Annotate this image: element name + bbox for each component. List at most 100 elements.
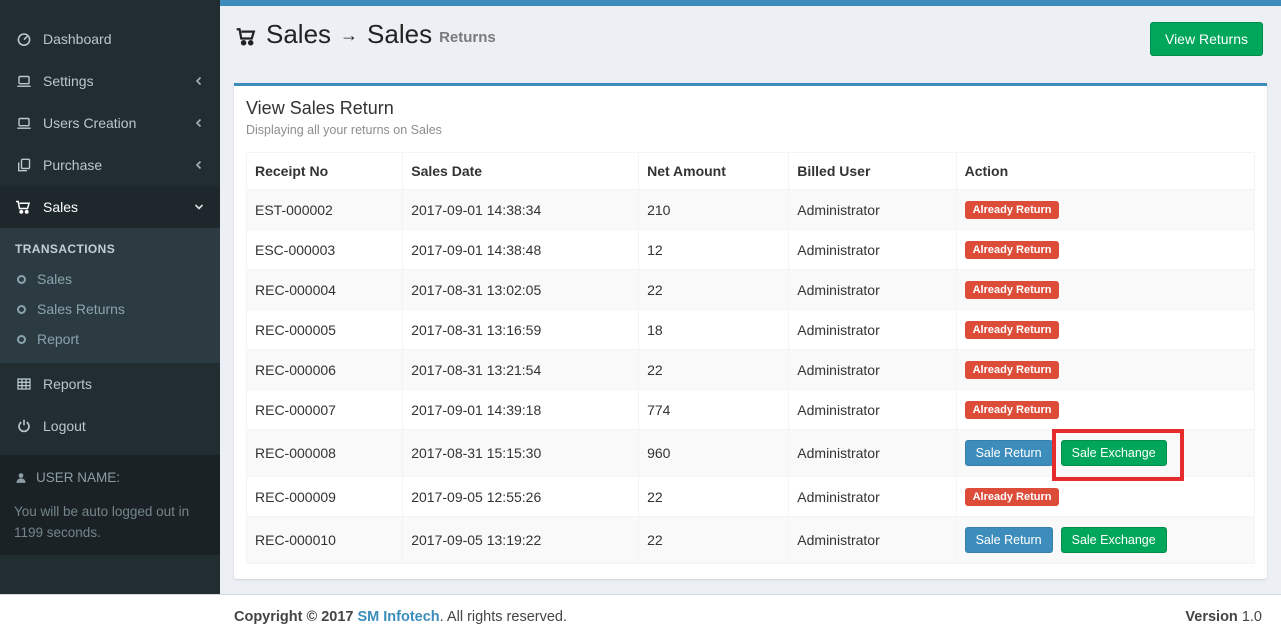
cell-net-amount: 960 xyxy=(638,429,790,477)
page-title: Sales → Sales Returns xyxy=(235,19,496,50)
cell-action: Sale Return Sale Exchange xyxy=(955,429,1256,481)
company-link[interactable]: SM Infotech xyxy=(358,609,440,625)
table-row: EST-000002 2017-09-01 14:38:34 210 Administ… xyxy=(245,189,1256,230)
cell-sales-date: 2017-09-01 14:38:48 xyxy=(402,229,640,270)
copy-icon xyxy=(15,157,32,173)
cart-icon xyxy=(235,26,258,47)
sales-return-panel: View Sales Return Displaying all your re… xyxy=(234,83,1267,579)
cell-action: Already Return xyxy=(955,309,1256,350)
cell-receipt-no: REC-000010 xyxy=(245,516,404,564)
sidebar-item-dashboard[interactable]: Dashboard xyxy=(0,18,220,60)
sidebar-item-label: Reports xyxy=(43,376,93,392)
table-header-row: Receipt No Sales Date Net Amount Billed Use… xyxy=(245,152,1256,190)
circle-icon xyxy=(17,334,26,344)
cell-action: Already Return xyxy=(955,349,1256,390)
cell-action: Already Return xyxy=(955,189,1256,230)
circle-icon xyxy=(17,304,26,314)
cell-sales-date: 2017-09-05 13:19:22 xyxy=(402,516,640,564)
sale-exchange-button[interactable]: Sale Exchange xyxy=(1060,440,1167,466)
sidebar-subitem-sales[interactable]: Sales xyxy=(0,264,220,294)
column-header-net-amount: Net Amount xyxy=(638,152,790,190)
user-name-label: USER NAME: xyxy=(36,470,121,485)
sale-return-button[interactable]: Sale Return xyxy=(964,527,1053,553)
cell-billed-user: Administrator xyxy=(788,309,957,350)
cell-sales-date: 2017-09-01 14:38:34 xyxy=(402,189,640,230)
cell-net-amount: 22 xyxy=(638,269,790,310)
chevron-left-icon xyxy=(193,75,205,87)
cell-action: Already Return xyxy=(955,269,1256,310)
table-row: REC-000006 2017-08-31 13:21:54 22 Administr… xyxy=(245,349,1256,390)
cell-sales-date: 2017-09-05 12:55:26 xyxy=(402,476,640,517)
cell-action: Already Return xyxy=(955,389,1256,430)
auto-logout-note-line2: 1199 seconds. xyxy=(14,524,101,540)
chevron-left-icon xyxy=(193,159,205,171)
copyright-prefix: Copyright © 2017 xyxy=(234,609,354,625)
cell-billed-user: Administrator xyxy=(788,429,957,477)
already-return-badge: Already Return xyxy=(964,281,1060,299)
cell-receipt-no: REC-000004 xyxy=(245,269,404,310)
chevron-left-icon xyxy=(193,117,205,129)
cell-sales-date: 2017-08-31 13:16:59 xyxy=(402,309,640,350)
sidebar-item-reports[interactable]: Reports xyxy=(0,363,220,405)
table-row: REC-000009 2017-09-05 12:55:26 22 Administr… xyxy=(245,476,1256,517)
cell-billed-user: Administrator xyxy=(788,269,957,310)
version-label: Version xyxy=(1185,609,1238,625)
already-return-badge: Already Return xyxy=(964,361,1060,379)
table-row: REC-000010 2017-09-05 13:19:22 22 Administr… xyxy=(245,516,1256,564)
panel-subtitle: Displaying all your returns on Sales xyxy=(246,123,442,137)
breadcrumb-arrow-icon: → xyxy=(340,25,359,45)
cell-billed-user: Administrator xyxy=(788,516,957,564)
sidebar-item-settings[interactable]: Settings xyxy=(0,60,220,102)
sale-exchange-button[interactable]: Sale Exchange xyxy=(1060,527,1167,553)
column-header-action: Action xyxy=(955,152,1256,190)
view-returns-button[interactable]: View Returns xyxy=(1149,22,1263,56)
sidebar-item-sales[interactable]: Sales xyxy=(0,186,220,228)
column-header-billed-user: Billed User xyxy=(788,152,957,190)
sidebar-subitem-label: Sales Returns xyxy=(37,301,125,317)
sidebar-item-label: Dashboard xyxy=(43,31,112,47)
sidebar-item-logout[interactable]: Logout xyxy=(0,405,220,447)
already-return-badge: Already Return xyxy=(964,201,1060,219)
sidebar-item-label: Sales xyxy=(43,199,79,215)
cell-sales-date: 2017-08-31 15:15:30 xyxy=(402,429,640,477)
circle-icon xyxy=(17,274,26,284)
cell-action: Already Return xyxy=(955,229,1256,270)
already-return-badge: Already Return xyxy=(964,241,1060,259)
cell-receipt-no: ESC-000003 xyxy=(245,229,404,270)
table-icon xyxy=(15,376,32,392)
table-row: REC-000005 2017-08-31 13:16:59 18 Administr… xyxy=(245,309,1256,350)
app-root: Dashboard Settings Users Creation Purcha… xyxy=(0,0,1281,639)
breadcrumb-secondary: Sales xyxy=(367,19,433,49)
column-header-sales-date: Sales Date xyxy=(402,152,640,190)
breadcrumb-tertiary: Returns xyxy=(439,29,496,46)
table-row: REC-000008 2017-08-31 15:15:30 960 Administ… xyxy=(245,429,1256,481)
cell-receipt-no: REC-000005 xyxy=(245,309,404,350)
sale-return-button[interactable]: Sale Return xyxy=(964,440,1053,466)
dashboard-icon xyxy=(15,31,32,47)
sidebar-item-users-creation[interactable]: Users Creation xyxy=(0,102,220,144)
sidebar-subitem-label: Report xyxy=(37,331,80,347)
sidebar-subitem-report[interactable]: Report xyxy=(0,324,220,354)
sales-submenu: TRANSACTIONS Sales Sales Returns Report xyxy=(0,228,220,363)
already-return-badge: Already Return xyxy=(964,401,1060,419)
laptop-icon xyxy=(15,115,32,131)
cell-net-amount: 18 xyxy=(638,309,790,350)
cell-receipt-no: EST-000002 xyxy=(245,189,404,230)
cell-action: Already Return xyxy=(955,476,1256,517)
cell-sales-date: 2017-09-01 14:39:18 xyxy=(402,389,640,430)
sidebar: Dashboard Settings Users Creation Purcha… xyxy=(0,0,220,594)
cell-billed-user: Administrator xyxy=(788,476,957,517)
cell-receipt-no: REC-000006 xyxy=(245,349,404,390)
sidebar-item-purchase[interactable]: Purchase xyxy=(0,144,220,186)
sidebar-item-label: Settings xyxy=(43,73,94,89)
sidebar-subitem-label: Sales xyxy=(37,271,73,287)
sidebar-item-label: Purchase xyxy=(43,157,103,173)
cell-sales-date: 2017-08-31 13:21:54 xyxy=(402,349,640,390)
cart-icon xyxy=(15,199,32,215)
sidebar-menu: Dashboard Settings Users Creation Purcha… xyxy=(0,0,220,447)
cell-action: Sale Return Sale Exchange xyxy=(955,516,1256,564)
cell-net-amount: 12 xyxy=(638,229,790,270)
cell-receipt-no: REC-000009 xyxy=(245,476,404,517)
sidebar-subitem-sales-returns[interactable]: Sales Returns xyxy=(0,294,220,324)
submenu-header-transactions: TRANSACTIONS xyxy=(15,242,116,256)
